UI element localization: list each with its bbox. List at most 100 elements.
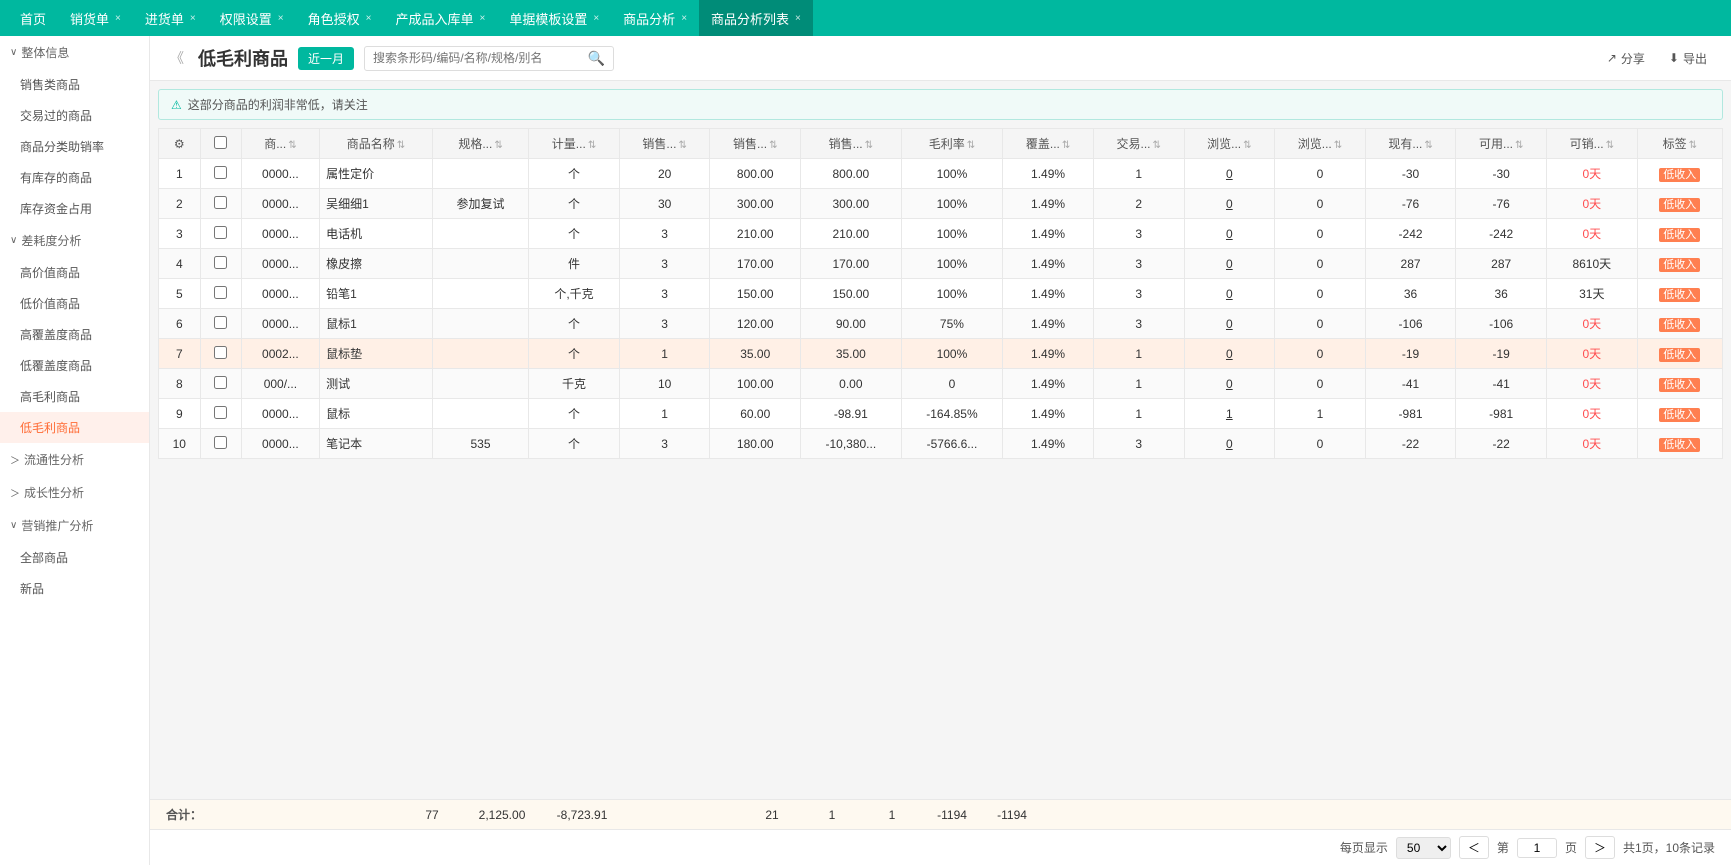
date-filter-button[interactable]: 近一月 xyxy=(298,47,354,70)
close-icon[interactable]: × xyxy=(115,13,121,24)
row-sales3: -98.91 xyxy=(801,399,902,429)
col-browse2[interactable]: 浏览...⇅ xyxy=(1275,129,1366,159)
row-select-checkbox[interactable] xyxy=(214,196,227,209)
close-icon[interactable]: × xyxy=(366,13,372,24)
table-container[interactable]: ⚙ 商...⇅ 商品名称⇅ 规格...⇅ 计量...⇅ 销售...⇅ 销售...… xyxy=(158,128,1723,799)
row-select-checkbox[interactable] xyxy=(214,166,227,179)
row-select-checkbox[interactable] xyxy=(214,406,227,419)
row-browse1[interactable]: 0 xyxy=(1184,309,1275,339)
row-checkbox[interactable] xyxy=(200,429,241,459)
row-select-checkbox[interactable] xyxy=(214,256,227,269)
col-available[interactable]: 可用...⇅ xyxy=(1456,129,1547,159)
sidebar-group-margin[interactable]: ∨ 差耗度分析 xyxy=(0,224,149,257)
row-browse1[interactable]: 0 xyxy=(1184,279,1275,309)
page-size-select[interactable]: 50 100 200 xyxy=(1396,837,1451,859)
col-current[interactable]: 现有...⇅ xyxy=(1365,129,1456,159)
sidebar-group-overall[interactable]: ∨ 整体信息 xyxy=(0,36,149,69)
close-icon[interactable]: × xyxy=(479,13,485,24)
row-sales2: 210.00 xyxy=(710,219,801,249)
sidebar-item-low-coverage[interactable]: 低覆盖度商品 xyxy=(0,350,149,381)
col-code[interactable]: 商...⇅ xyxy=(241,129,319,159)
share-button[interactable]: ↗ 分享 xyxy=(1599,46,1653,71)
nav-sales[interactable]: 销货单× xyxy=(58,0,133,36)
row-checkbox[interactable] xyxy=(200,249,241,279)
row-browse1[interactable]: 0 xyxy=(1184,219,1275,249)
row-browse1[interactable]: 0 xyxy=(1184,369,1275,399)
nav-product-entry[interactable]: 产成品入库单× xyxy=(383,0,497,36)
search-input[interactable] xyxy=(373,51,588,65)
col-spec[interactable]: 规格...⇅ xyxy=(432,129,528,159)
row-checkbox[interactable] xyxy=(200,339,241,369)
row-select-checkbox[interactable] xyxy=(214,376,227,389)
col-sales1[interactable]: 销售...⇅ xyxy=(619,129,710,159)
col-browse1[interactable]: 浏览...⇅ xyxy=(1184,129,1275,159)
col-saleable[interactable]: 可销...⇅ xyxy=(1547,129,1638,159)
row-checkbox[interactable] xyxy=(200,189,241,219)
row-checkbox[interactable] xyxy=(200,279,241,309)
sidebar-item-high-coverage[interactable]: 高覆盖度商品 xyxy=(0,319,149,350)
row-checkbox[interactable] xyxy=(200,159,241,189)
col-checkbox[interactable] xyxy=(200,129,241,159)
row-browse1[interactable]: 1 xyxy=(1184,399,1275,429)
sidebar-item-new-products[interactable]: 新品 xyxy=(0,573,149,604)
row-browse1[interactable]: 0 xyxy=(1184,249,1275,279)
sidebar-item-capital[interactable]: 库存资金占用 xyxy=(0,193,149,224)
prev-page-button[interactable]: ＜ xyxy=(1459,836,1489,859)
col-trade[interactable]: 交易...⇅ xyxy=(1093,129,1184,159)
col-sales2[interactable]: 销售...⇅ xyxy=(710,129,801,159)
sidebar-group-marketing[interactable]: ∨ 营销推广分析 xyxy=(0,509,149,542)
close-icon[interactable]: × xyxy=(795,13,801,24)
export-button[interactable]: ⬇ 导出 xyxy=(1661,46,1715,71)
row-browse1[interactable]: 0 xyxy=(1184,429,1275,459)
col-name[interactable]: 商品名称⇅ xyxy=(320,129,433,159)
row-select-checkbox[interactable] xyxy=(214,316,227,329)
nav-product-analysis[interactable]: 商品分析× xyxy=(611,0,699,36)
sidebar-item-low-value[interactable]: 低价值商品 xyxy=(0,288,149,319)
sidebar-item-sales-products[interactable]: 销售类商品 xyxy=(0,69,149,100)
collapse-sidebar-button[interactable]: 《 xyxy=(166,44,188,72)
col-settings[interactable]: ⚙ xyxy=(159,129,201,159)
nav-product-analysis-list[interactable]: 商品分析列表× xyxy=(699,0,813,36)
row-checkbox[interactable] xyxy=(200,399,241,429)
row-select-checkbox[interactable] xyxy=(214,346,227,359)
col-coverage[interactable]: 覆盖...⇅ xyxy=(1003,129,1094,159)
close-icon[interactable]: × xyxy=(681,13,687,24)
nav-purchase[interactable]: 进货单× xyxy=(133,0,208,36)
sidebar-item-traded-products[interactable]: 交易过的商品 xyxy=(0,100,149,131)
row-checkbox[interactable] xyxy=(200,219,241,249)
row-browse1[interactable]: 0 xyxy=(1184,189,1275,219)
table-row: 4 0000... 橡皮擦 件 3 170.00 170.00 100% 1.4… xyxy=(159,249,1723,279)
close-icon[interactable]: × xyxy=(190,13,196,24)
row-checkbox[interactable] xyxy=(200,369,241,399)
row-browse1[interactable]: 0 xyxy=(1184,159,1275,189)
select-all-checkbox[interactable] xyxy=(214,136,227,149)
sidebar-item-all-products[interactable]: 全部商品 xyxy=(0,542,149,573)
sidebar-item-high-margin[interactable]: 高毛利商品 xyxy=(0,381,149,412)
next-page-button[interactable]: ＞ xyxy=(1585,836,1615,859)
sidebar-item-in-stock[interactable]: 有库存的商品 xyxy=(0,162,149,193)
col-tag[interactable]: 标签⇅ xyxy=(1637,129,1722,159)
nav-role[interactable]: 角色授权× xyxy=(296,0,384,36)
sidebar-group-growth[interactable]: ＞ 成长性分析 xyxy=(0,476,149,509)
page-number-input[interactable] xyxy=(1517,838,1557,858)
row-select-checkbox[interactable] xyxy=(214,286,227,299)
nav-permission[interactable]: 权限设置× xyxy=(208,0,296,36)
sidebar-item-low-margin[interactable]: 低毛利商品 xyxy=(0,412,149,443)
row-browse1[interactable]: 0 xyxy=(1184,339,1275,369)
sidebar-item-category-rate[interactable]: 商品分类助销率 xyxy=(0,131,149,162)
col-unit[interactable]: 计量...⇅ xyxy=(529,129,620,159)
row-checkbox[interactable] xyxy=(200,309,241,339)
sidebar-group-flow[interactable]: ＞ 流通性分析 xyxy=(0,443,149,476)
warning-icon: ⚠ xyxy=(171,98,182,112)
close-icon[interactable]: × xyxy=(593,13,599,24)
row-select-checkbox[interactable] xyxy=(214,436,227,449)
close-icon[interactable]: × xyxy=(278,13,284,24)
nav-home[interactable]: 首页 xyxy=(8,0,58,36)
col-sales3[interactable]: 销售...⇅ xyxy=(801,129,902,159)
row-select-checkbox[interactable] xyxy=(214,226,227,239)
col-gross[interactable]: 毛利率⇅ xyxy=(901,129,1003,159)
nav-template[interactable]: 单据模板设置× xyxy=(497,0,611,36)
sidebar-item-high-value[interactable]: 高价值商品 xyxy=(0,257,149,288)
row-name: 鼠标 xyxy=(320,399,433,429)
row-current: -19 xyxy=(1365,339,1456,369)
